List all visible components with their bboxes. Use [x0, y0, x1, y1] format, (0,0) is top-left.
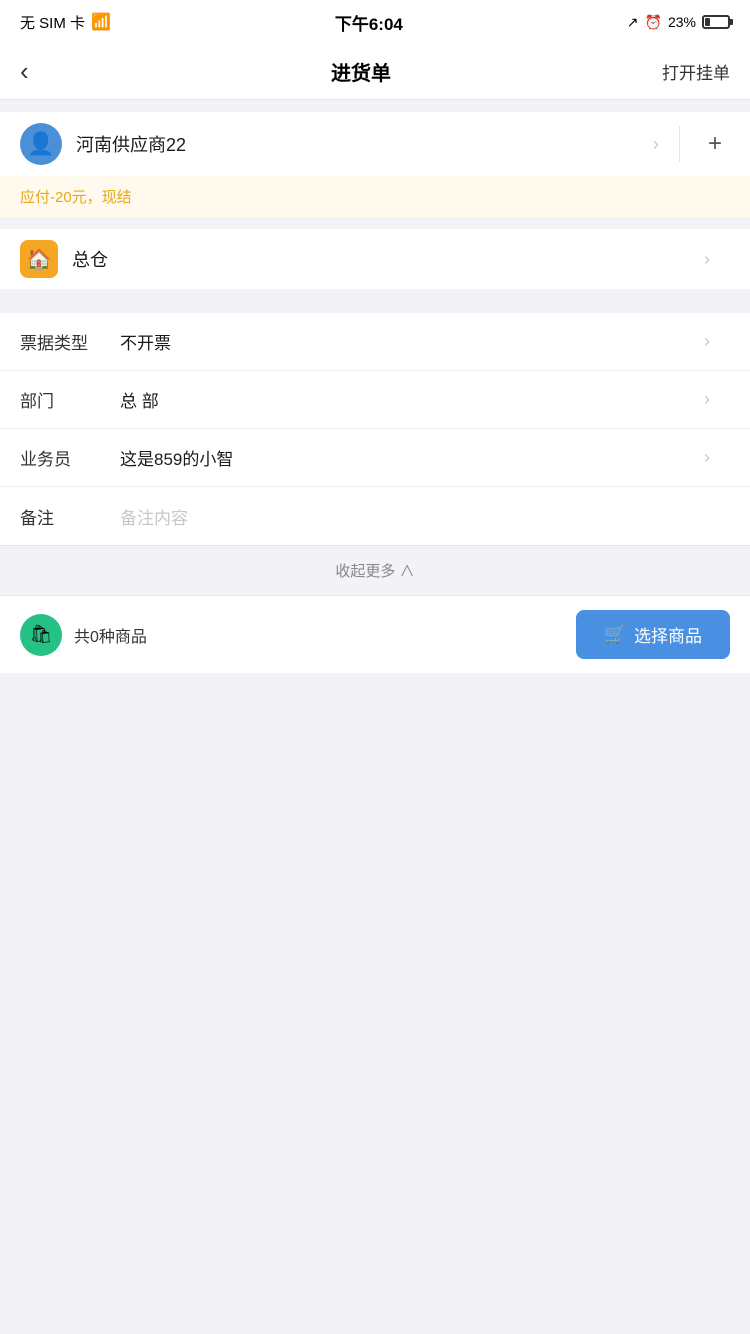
invoice-label: 票据类型	[20, 329, 100, 354]
status-left: 无 SIM 卡 📶	[20, 12, 111, 33]
department-label: 部门	[20, 387, 100, 412]
battery-icon	[702, 15, 730, 29]
salesperson-value: 这是859的小智	[120, 445, 704, 470]
carrier-text: 无 SIM 卡	[20, 12, 85, 33]
section-gap-2	[0, 217, 750, 229]
status-bar: 无 SIM 卡 📶 下午6:04 ↗ ⏰ 23%	[0, 0, 750, 44]
battery-text: 23%	[668, 14, 696, 30]
remarks-row[interactable]: 备注 备注内容	[0, 487, 750, 545]
warehouse-name: 总仓	[72, 246, 704, 272]
department-chevron-icon: ›	[704, 389, 710, 410]
select-product-button[interactable]: 🛒 选择商品	[576, 610, 730, 659]
supplier-name: 河南供应商22	[76, 131, 653, 157]
avatar: 👤	[20, 123, 62, 165]
location-icon: ↗	[627, 14, 639, 31]
page-title: 进货单	[331, 57, 391, 86]
remarks-input[interactable]: 备注内容	[120, 504, 730, 529]
supplier-section: 👤 河南供应商22 › + 应付-20元，现结	[0, 112, 750, 217]
section-gap-1	[0, 100, 750, 112]
nav-bar: ‹ 进货单 打开挂单	[0, 44, 750, 100]
section-gap-3	[0, 289, 750, 301]
product-count-area: 🛍 共0种商品	[20, 614, 147, 656]
collapse-button[interactable]: 收起更多 ∧	[0, 545, 750, 595]
alarm-icon: ⏰	[645, 14, 662, 31]
warehouse-row[interactable]: 🏠 总仓 ›	[0, 229, 750, 289]
select-btn-label: 选择商品	[634, 622, 702, 647]
select-btn-icon: 🛒	[604, 624, 626, 645]
product-icon: 🛍	[20, 614, 62, 656]
warehouse-icon: 🏠	[20, 240, 58, 278]
supplier-row[interactable]: 👤 河南供应商22 › +	[0, 112, 750, 176]
invoice-value: 不开票	[120, 329, 704, 354]
wifi-icon: 📶	[91, 12, 111, 32]
remarks-label: 备注	[20, 504, 100, 529]
notice-bar: 应付-20元，现结	[0, 176, 750, 217]
status-right: ↗ ⏰ 23%	[627, 14, 730, 31]
battery-fill	[705, 18, 710, 26]
content-background	[0, 673, 750, 973]
divider	[679, 126, 680, 162]
add-button[interactable]: +	[700, 126, 730, 162]
invoice-type-row[interactable]: 票据类型 不开票 ›	[0, 313, 750, 371]
collapse-text: 收起更多 ∧	[335, 560, 414, 581]
salesperson-chevron-icon: ›	[704, 447, 710, 468]
warehouse-chevron-icon: ›	[704, 249, 710, 270]
status-time: 下午6:04	[335, 10, 403, 35]
form-section: 票据类型 不开票 › 部门 总 部 › 业务员 这是859的小智 › 备注 备注…	[0, 313, 750, 545]
salesperson-label: 业务员	[20, 445, 100, 470]
product-count-text: 共0种商品	[74, 623, 147, 647]
warehouse-section: 🏠 总仓 ›	[0, 229, 750, 289]
supplier-chevron-icon: ›	[653, 134, 659, 155]
back-button[interactable]: ‹	[20, 56, 60, 87]
invoice-chevron-icon: ›	[704, 331, 710, 352]
department-row[interactable]: 部门 总 部 ›	[0, 371, 750, 429]
open-pending-button[interactable]: 打开挂单	[662, 59, 730, 84]
department-value: 总 部	[120, 387, 704, 412]
salesperson-row[interactable]: 业务员 这是859的小智 ›	[0, 429, 750, 487]
bottom-bar: 🛍 共0种商品 🛒 选择商品	[0, 595, 750, 673]
